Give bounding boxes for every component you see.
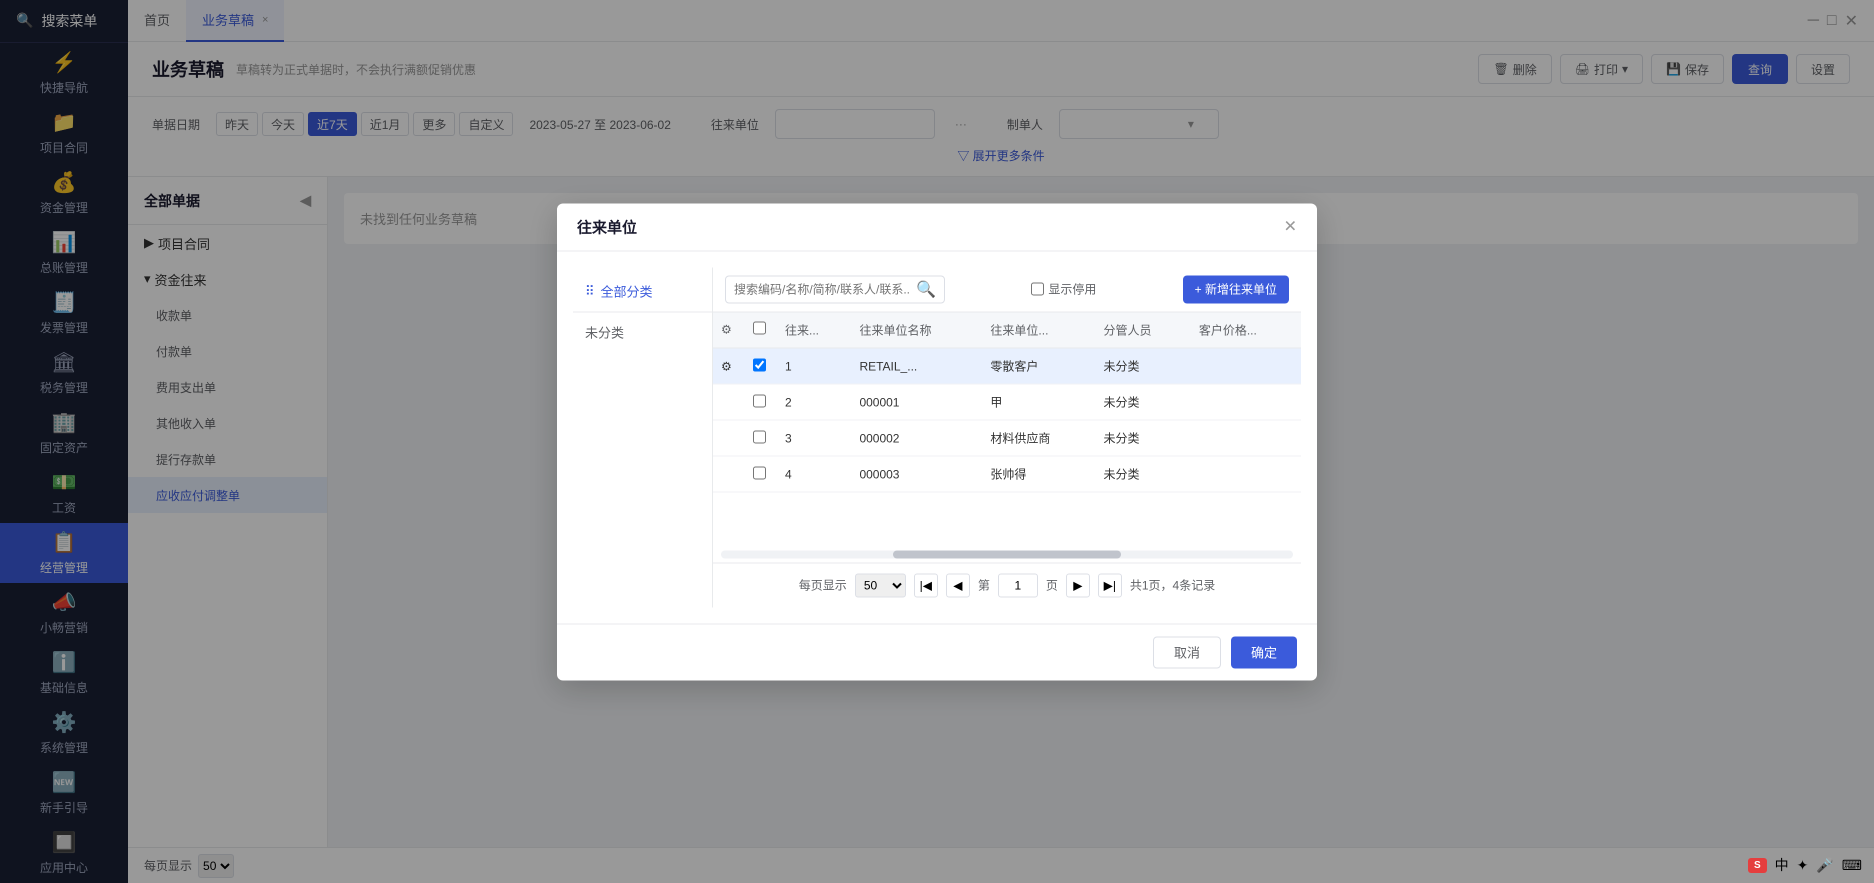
dialog-body: ⠿ 全部分类 未分类 🔍 显示停用 [557,251,1317,623]
row-checkbox[interactable] [745,384,777,420]
col-category: 往来单位... [982,312,1095,348]
row-num: 3 [777,420,851,456]
row-settings [713,456,745,492]
col-checkbox [745,312,777,348]
grid-icon: ⠿ [585,283,595,299]
party-search-input[interactable] [734,282,910,296]
row-category: 未分类 [1096,384,1191,420]
per-page-label: 每页显示 [799,577,847,594]
table-row[interactable]: 2 000001 甲 未分类 [713,384,1301,420]
row-checkbox[interactable] [745,456,777,492]
row-settings: ⚙ [713,348,745,384]
dialog-close-icon[interactable]: ✕ [1284,217,1297,237]
row-num: 1 [777,348,851,384]
table-row[interactable]: 4 000003 张帅得 未分类 [713,456,1301,492]
col-manager: 分管人员 [1096,312,1191,348]
last-page-button[interactable]: ▶| [1098,573,1122,597]
dialog-footer: 取消 确定 [557,623,1317,680]
table-scroll[interactable]: ⚙ 往来... 往来单位名称 往来单位... 分管人员 客户价格... [713,312,1301,546]
dialog-split: ⠿ 全部分类 未分类 🔍 显示停用 [573,267,1301,607]
prev-page-button[interactable]: ◀ [946,573,970,597]
col-settings: ⚙ [713,312,745,348]
row-manager [1191,384,1301,420]
row-name: 零散客户 [982,348,1095,384]
row-settings [713,420,745,456]
taskbar-icon-4: ⌨ [1842,857,1862,874]
col-code: 往来... [777,312,851,348]
add-party-button[interactable]: + 新增往来单位 [1183,275,1289,303]
scrollbar-thumb [893,550,1122,558]
category-uncategorized[interactable]: 未分类 [573,316,712,348]
page-number-input[interactable] [998,573,1038,597]
dialog-header: 往来单位 ✕ [557,203,1317,251]
col-price: 客户价格... [1191,312,1301,348]
row-num: 2 [777,384,851,420]
taskbar-icon-3: 🎤 [1816,857,1833,874]
select-all-checkbox[interactable] [753,322,766,335]
row-code: 000002 [851,420,982,456]
party-search-box: 🔍 [725,275,945,303]
taskbar-icon-1: 中 [1775,855,1789,875]
row-name: 张帅得 [982,456,1095,492]
category-panel: ⠿ 全部分类 未分类 [573,267,713,607]
row-manager [1191,348,1301,384]
row-num: 4 [777,456,851,492]
row-category: 未分类 [1096,456,1191,492]
table-row[interactable]: 3 000002 材料供应商 未分类 [713,420,1301,456]
row-manager [1191,420,1301,456]
per-page-select[interactable]: 50 100 [855,573,906,597]
dialog-toolbar: 🔍 显示停用 + 新增往来单位 [713,267,1301,312]
row-name: 材料供应商 [982,420,1095,456]
first-page-button[interactable]: |◀ [914,573,938,597]
row-checkbox[interactable] [745,348,777,384]
cancel-button[interactable]: 取消 [1153,636,1221,668]
page-label: 第 [978,577,990,594]
total-info: 共1页，4条记录 [1130,577,1215,594]
page-suffix: 页 [1046,577,1058,594]
dialog-title: 往来单位 [577,216,637,237]
row-name: 甲 [982,384,1095,420]
search-icon: 🔍 [916,279,936,299]
row-manager [1191,456,1301,492]
row-code: RETAIL_... [851,348,982,384]
party-table: ⚙ 往来... 往来单位名称 往来单位... 分管人员 客户价格... [713,312,1301,493]
brand-logo: S [1748,858,1767,873]
next-page-button[interactable]: ▶ [1066,573,1090,597]
confirm-button[interactable]: 确定 [1231,636,1297,668]
category-all[interactable]: ⠿ 全部分类 [573,275,712,307]
row-settings [713,384,745,420]
taskbar-icon-2: ✦ [1797,857,1809,874]
taskbar-icons: S 中 ✦ 🎤 ⌨ [1736,847,1874,883]
party-dialog: 往来单位 ✕ ⠿ 全部分类 未分类 🔍 [557,203,1317,680]
row-checkbox[interactable] [745,420,777,456]
col-name: 往来单位名称 [851,312,982,348]
row-category: 未分类 [1096,420,1191,456]
row-code: 000001 [851,384,982,420]
show-disabled-checkbox[interactable] [1031,283,1044,296]
row-category: 未分类 [1096,348,1191,384]
show-disabled-toggle[interactable]: 显示停用 [1031,281,1096,298]
row-code: 000003 [851,456,982,492]
table-panel: 🔍 显示停用 + 新增往来单位 ⚙ 往来... [713,267,1301,607]
table-row[interactable]: ⚙ 1 RETAIL_... 零散客户 未分类 [713,348,1301,384]
table-header-row: ⚙ 往来... 往来单位名称 往来单位... 分管人员 客户价格... [713,312,1301,348]
pagination: 每页显示 50 100 |◀ ◀ 第 页 ▶ ▶| 共1页，4条记录 [713,562,1301,607]
horizontal-scrollbar[interactable] [721,550,1293,558]
